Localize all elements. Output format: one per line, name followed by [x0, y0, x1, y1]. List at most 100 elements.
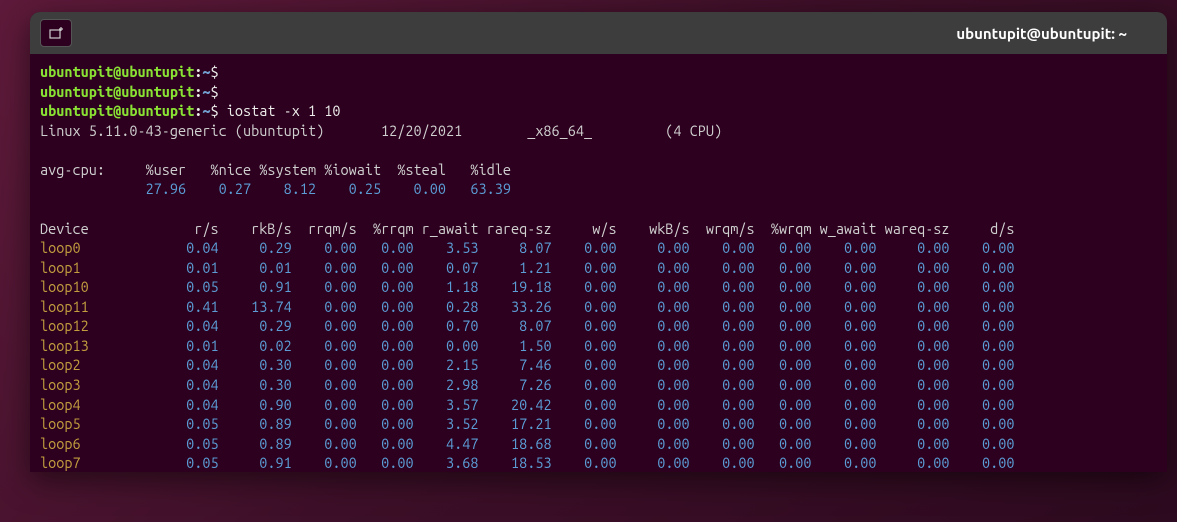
device-value: 0.00 [292, 278, 357, 295]
device-header: rrqm/s [292, 220, 357, 237]
device-name: loop12 [40, 317, 146, 334]
device-value: 20.42 [479, 396, 552, 413]
device-value: 0.00 [357, 317, 414, 334]
device-value: 0.04 [146, 239, 219, 256]
device-value: 1.21 [479, 259, 552, 276]
prompt-dollar: $ [211, 83, 219, 100]
device-name: loop5 [40, 415, 146, 432]
cpu-value: 0.25 [316, 180, 381, 197]
device-value: 0.02 [219, 337, 292, 354]
device-name: loop0 [40, 239, 146, 256]
device-value: 0.00 [414, 337, 479, 354]
device-value: 0.00 [950, 259, 1015, 276]
device-value: 0.00 [876, 278, 949, 295]
device-name: loop10 [40, 278, 146, 295]
device-value: 0.00 [617, 337, 690, 354]
device-value: 0.00 [552, 239, 617, 256]
device-name: loop1 [40, 259, 146, 276]
device-value: 0.30 [219, 376, 292, 393]
device-value: 0.05 [146, 454, 219, 471]
cpu-header: %user [121, 161, 186, 178]
device-value: 0.00 [617, 239, 690, 256]
device-value: 7.26 [479, 376, 552, 393]
device-value: 0.00 [690, 454, 755, 471]
device-value: 0.00 [812, 278, 877, 295]
device-value: 0.00 [552, 454, 617, 471]
device-value: 0.04 [146, 396, 219, 413]
device-value: 0.00 [357, 356, 414, 373]
device-value: 0.00 [755, 415, 812, 432]
device-header: %wrqm [755, 220, 812, 237]
device-value: 0.00 [357, 376, 414, 393]
device-value: 0.00 [950, 454, 1015, 471]
device-value: 0.00 [755, 396, 812, 413]
device-value: 0.04 [146, 317, 219, 334]
device-value: 0.00 [552, 415, 617, 432]
device-value: 0.00 [950, 376, 1015, 393]
blank-line [40, 140, 1157, 160]
device-header: %rrqm [357, 220, 414, 237]
device-value: 0.00 [690, 259, 755, 276]
device-row: loop13 0.01 0.02 0.00 0.00 0.00 1.50 0.0… [40, 336, 1157, 356]
device-value: 0.00 [755, 317, 812, 334]
device-value: 0.00 [876, 317, 949, 334]
device-value: 3.57 [414, 396, 479, 413]
cpu-header-row: avg-cpu: %user %nice %system %iowait %st… [40, 160, 1157, 180]
blank-line [40, 199, 1157, 219]
system-info-line: Linux 5.11.0-43-generic (ubuntupit) 12/2… [40, 121, 1157, 141]
terminal-body[interactable]: ubuntupit@ubuntupit:~$ ubuntupit@ubuntup… [30, 54, 1167, 472]
device-value: 0.00 [812, 317, 877, 334]
device-value: 0.00 [617, 454, 690, 471]
device-value: 0.00 [357, 454, 414, 471]
device-value: 0.05 [146, 435, 219, 452]
device-row: loop0 0.04 0.29 0.00 0.00 3.53 8.07 0.00… [40, 238, 1157, 258]
device-value: 0.70 [414, 317, 479, 334]
terminal-window: ubuntupit@ubuntupit: ~ ubuntupit@ubuntup… [30, 12, 1167, 472]
device-value: 0.00 [552, 317, 617, 334]
prompt-user: ubuntupit@ubuntupit [40, 102, 194, 119]
device-header-row: Device r/s rkB/s rrqm/s %rrqm r_await ra… [40, 219, 1157, 239]
device-value: 0.00 [755, 298, 812, 315]
prompt-dollar: $ [211, 102, 219, 119]
device-value: 0.00 [617, 435, 690, 452]
device-value: 0.30 [219, 356, 292, 373]
device-value: 0.89 [219, 435, 292, 452]
new-tab-button[interactable] [40, 19, 72, 47]
device-value: 0.00 [876, 396, 949, 413]
device-value: 0.00 [292, 337, 357, 354]
device-header: wrqm/s [690, 220, 755, 237]
cpu-value: 27.96 [121, 180, 186, 197]
device-row: loop7 0.05 0.91 0.00 0.00 3.68 18.53 0.0… [40, 453, 1157, 472]
device-row: loop12 0.04 0.29 0.00 0.00 0.70 8.07 0.0… [40, 316, 1157, 336]
device-value: 0.04 [146, 356, 219, 373]
device-name: loop13 [40, 337, 146, 354]
device-value: 0.00 [690, 396, 755, 413]
device-value: 0.00 [950, 356, 1015, 373]
device-value: 0.05 [146, 278, 219, 295]
device-value: 18.68 [479, 435, 552, 452]
device-value: 0.00 [357, 259, 414, 276]
device-value: 8.07 [479, 239, 552, 256]
device-value: 0.00 [552, 259, 617, 276]
device-value: 0.00 [292, 239, 357, 256]
device-value: 0.00 [690, 337, 755, 354]
device-value: 3.53 [414, 239, 479, 256]
device-value: 0.00 [755, 239, 812, 256]
prompt-dollar: $ [211, 63, 219, 80]
device-value: 13.74 [219, 298, 292, 315]
device-value: 1.50 [479, 337, 552, 354]
device-value: 0.28 [414, 298, 479, 315]
titlebar: ubuntupit@ubuntupit: ~ [30, 12, 1167, 54]
device-header: rkB/s [219, 220, 292, 237]
device-value: 0.00 [812, 376, 877, 393]
device-value: 4.47 [414, 435, 479, 452]
device-value: 7.46 [479, 356, 552, 373]
device-value: 0.41 [146, 298, 219, 315]
device-value: 0.00 [357, 298, 414, 315]
device-value: 0.00 [950, 239, 1015, 256]
device-value: 0.00 [357, 435, 414, 452]
device-value: 0.00 [950, 278, 1015, 295]
device-value: 0.00 [876, 356, 949, 373]
device-value: 2.98 [414, 376, 479, 393]
device-value: 0.00 [292, 435, 357, 452]
